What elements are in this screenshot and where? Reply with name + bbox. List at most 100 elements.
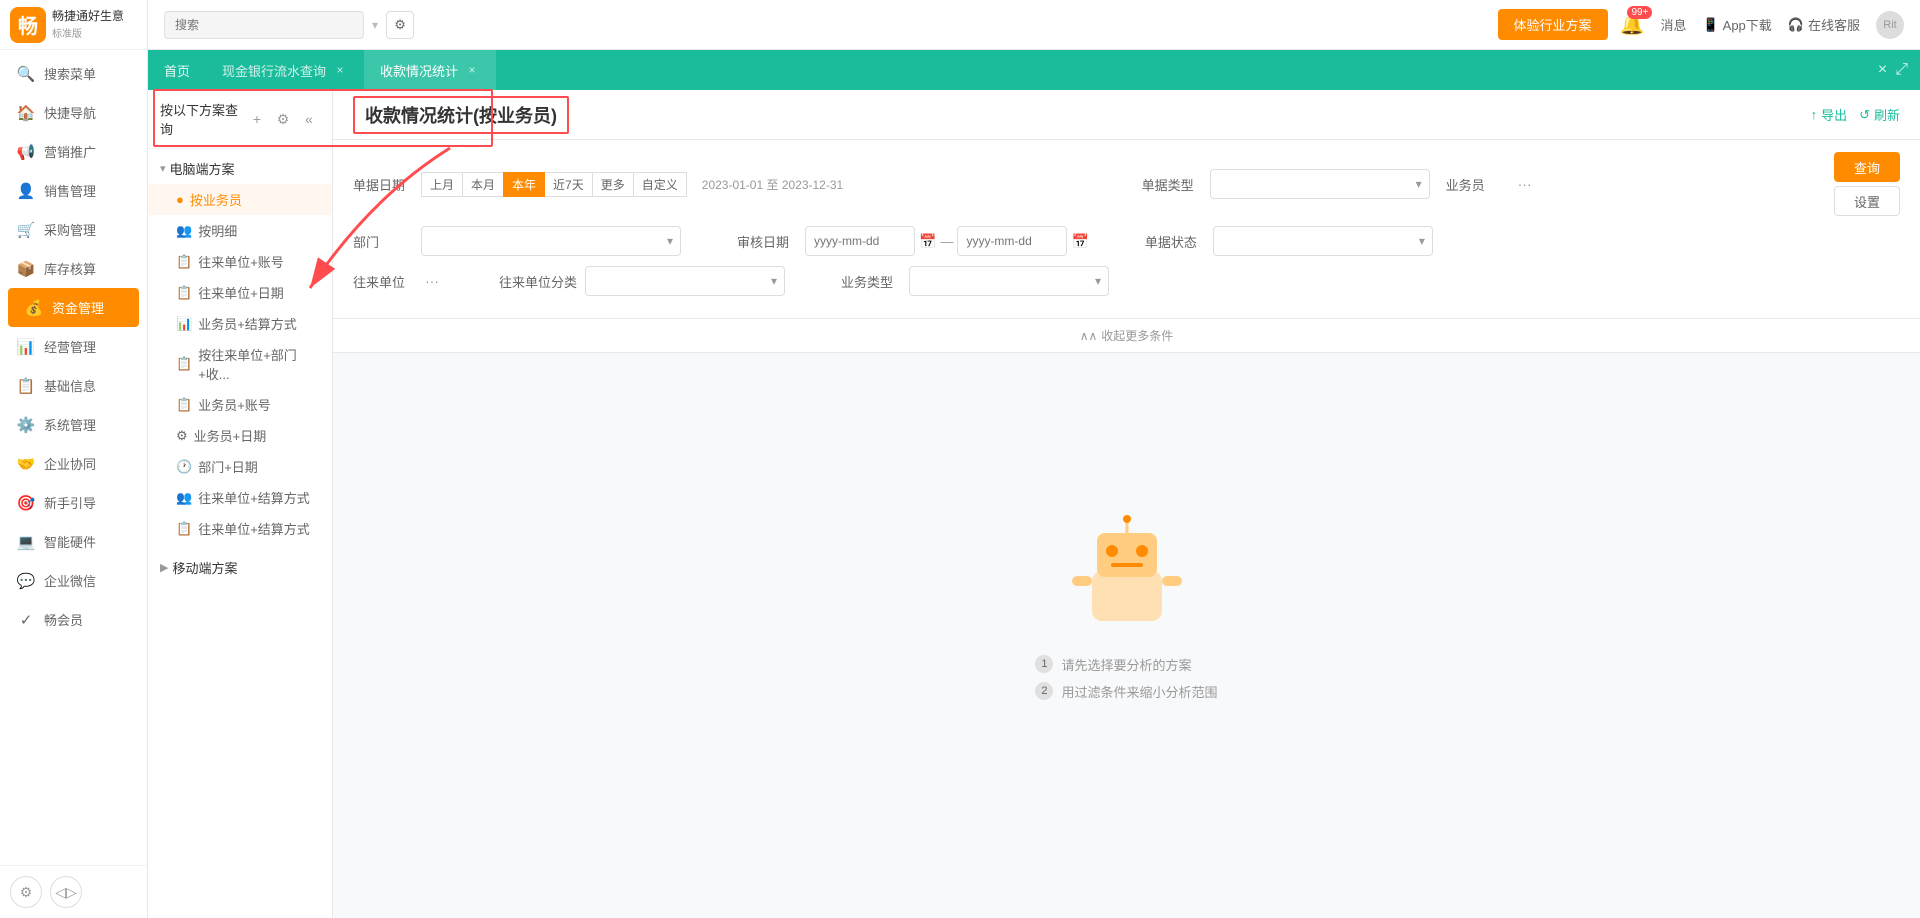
salesman-more-btn[interactable]: ···	[1514, 176, 1536, 192]
trial-btn[interactable]: 体验行业方案	[1498, 9, 1608, 40]
query-btn[interactable]: 查询	[1834, 152, 1900, 182]
sidebar-item-label: 采购管理	[44, 220, 96, 239]
sidebar-item-basic[interactable]: 📋 基础信息	[0, 366, 147, 405]
mobile-section-header[interactable]: ▶ 移动端方案	[148, 552, 332, 583]
tab-bank[interactable]: 现金银行流水查询 ×	[206, 50, 364, 90]
settings-bottom-btn[interactable]: ⚙	[10, 876, 42, 908]
tree-item-dept-date[interactable]: 🕐 部门+日期	[148, 451, 332, 482]
review-date-to[interactable]	[957, 226, 1067, 256]
sidebar-item-wechat[interactable]: 💬 企业微信	[0, 561, 147, 600]
message-btn[interactable]: 🔔 99+	[1620, 12, 1645, 37]
tab-receipt[interactable]: 收款情况统计 ×	[364, 50, 496, 90]
sidebar-item-hardware[interactable]: 💻 智能硬件	[0, 522, 147, 561]
business-type-select[interactable]	[909, 266, 1109, 296]
online-service-btn[interactable]: 🎧 在线客服	[1788, 15, 1860, 34]
date-btn-more[interactable]: 更多	[592, 172, 634, 197]
main-area: ▾ ⚙ 体验行业方案 🔔 99+ 消息 📱 App下载 🎧 在线客服 Rit	[148, 0, 1920, 918]
desktop-section-header[interactable]: ▾ 电脑端方案	[148, 153, 332, 184]
sidebar-item-inventory[interactable]: 📦 库存核算	[0, 249, 147, 288]
app-download-btn[interactable]: 📱 App下载	[1702, 15, 1771, 34]
sidebar-item-marketing[interactable]: 📢 营销推广	[0, 132, 147, 171]
page-title: 收款情况统计(按业务员)	[353, 96, 569, 134]
date-btn-custom[interactable]: 自定义	[633, 172, 687, 197]
doc-status-select[interactable]	[1213, 226, 1433, 256]
tree-item-partner-dept[interactable]: 📋 按往来单位+部门+收...	[148, 339, 332, 389]
guide-icon: 🎯	[16, 494, 36, 512]
topbar: ▾ ⚙ 体验行业方案 🔔 99+ 消息 📱 App下载 🎧 在线客服 Rit	[148, 0, 1920, 50]
business-type-filter-group: 业务类型	[841, 266, 1109, 296]
user-avatar[interactable]: Rit	[1876, 11, 1904, 39]
review-date-from[interactable]	[805, 226, 915, 256]
home-icon: 🏠	[16, 104, 36, 122]
dropdown-arrow-icon[interactable]: ▾	[372, 18, 378, 32]
sidebar-item-label: 企业微信	[44, 571, 96, 590]
tree-item-salesman-settle[interactable]: 📊 业务员+结算方式	[148, 308, 332, 339]
tabbar-right: × ⤢	[1866, 50, 1920, 90]
partner-category-select[interactable]	[585, 266, 785, 296]
export-btn[interactable]: ↑ 导出	[1811, 105, 1848, 124]
sidebar-item-label: 搜索菜单	[44, 64, 96, 83]
sidebar-item-member[interactable]: ✓ 畅会员	[0, 600, 147, 639]
partner-more-btn[interactable]: ···	[421, 273, 443, 289]
collapse-panel-btn[interactable]: «	[298, 108, 320, 130]
settings-filter-btn[interactable]: 设置	[1834, 186, 1900, 216]
collapse-bar[interactable]: ∧∧ 收起更多条件	[333, 319, 1920, 353]
filter-row-3: 往来单位 ··· 往来单位分类 业务类型	[353, 266, 1900, 296]
robot-svg	[1067, 511, 1187, 631]
tree-item-salesman-date[interactable]: ⚙ 业务员+日期	[148, 420, 332, 451]
sidebar-item-system[interactable]: ⚙️ 系统管理	[0, 405, 147, 444]
date-separator: —	[940, 234, 953, 249]
doc-type-select[interactable]	[1210, 169, 1430, 199]
date-buttons: 上月 本月 本年 近7天 更多 自定义	[421, 172, 686, 197]
sidebar-item-label: 销售管理	[44, 181, 96, 200]
scheme-settings-btn[interactable]: ⚙	[272, 108, 294, 130]
sidebar-item-capital[interactable]: 💰 资金管理	[8, 288, 139, 327]
date-btn-7days[interactable]: 近7天	[544, 172, 593, 197]
refresh-btn[interactable]: ↺ 刷新	[1859, 105, 1900, 124]
tree-item-salesman-account[interactable]: 📋 业务员+账号	[148, 389, 332, 420]
maximize-btn[interactable]: ⤢	[1895, 61, 1908, 79]
tree-item-partner-settle1[interactable]: 👥 往来单位+结算方式	[148, 482, 332, 513]
tab-receipt-close[interactable]: ×	[464, 62, 480, 78]
tree-item-by-salesman[interactable]: ● 按业务员	[148, 184, 332, 215]
tab-home[interactable]: 首页	[148, 50, 206, 90]
sidebar-item-purchase[interactable]: 🛒 采购管理	[0, 210, 147, 249]
topbar-gear-btn[interactable]: ⚙	[386, 11, 414, 39]
tree-item-by-detail[interactable]: 👥 按明细	[148, 215, 332, 246]
partner-label: 往来单位	[353, 272, 413, 291]
logo-area: 畅 畅捷通好生意 标准版	[0, 0, 147, 50]
calendar-from-icon[interactable]: 📅	[919, 233, 936, 250]
tab-bank-close[interactable]: ×	[332, 62, 348, 78]
mobile-section-label: 移动端方案	[172, 558, 237, 577]
message-label[interactable]: 消息	[1660, 15, 1686, 34]
date-btn-this-year[interactable]: 本年	[503, 172, 545, 197]
sidebar-item-guide[interactable]: 🎯 新手引导	[0, 483, 147, 522]
sidebar-item-shortcut[interactable]: 🏠 快捷导航	[0, 93, 147, 132]
tree-item-partner-account[interactable]: 📋 往来单位+账号	[148, 246, 332, 277]
close-window-btn[interactable]: ×	[1878, 61, 1887, 79]
wechat-icon: 💬	[16, 572, 36, 590]
partner-category-filter-group: 往来单位分类	[499, 266, 785, 296]
sidebar-nav: 🔍 搜索菜单 🏠 快捷导航 📢 营销推广 👤 销售管理 🛒 采购管理 📦 库存核…	[0, 50, 147, 865]
date-btn-last-month[interactable]: 上月	[421, 172, 463, 197]
marketing-icon: 📢	[16, 143, 36, 161]
page-actions: ↑ 导出 ↺ 刷新	[1811, 105, 1900, 124]
dept-select[interactable]	[421, 226, 681, 256]
date-label: 单据日期	[353, 175, 413, 194]
date-btn-this-month[interactable]: 本月	[462, 172, 504, 197]
sidebar-item-sales[interactable]: 👤 销售管理	[0, 171, 147, 210]
page-wrapper: 收款情况统计(按业务员) ↑ 导出 ↺ 刷新 单据日期	[333, 90, 1920, 918]
date-filter-group: 单据日期 上月 本月 本年 近7天 更多 自定义 2023-01-01 至 20…	[353, 172, 843, 197]
tree-item-partner-date[interactable]: 📋 往来单位+日期	[148, 277, 332, 308]
sidebar-item-operation[interactable]: 📊 经营管理	[0, 327, 147, 366]
member-icon: ✓	[16, 611, 36, 629]
calendar-to-icon[interactable]: 📅	[1071, 233, 1088, 250]
add-scheme-btn[interactable]: +	[246, 108, 268, 130]
sidebar-item-enterprise[interactable]: 🤝 企业协同	[0, 444, 147, 483]
tree-item-partner-settle2[interactable]: 📋 往来单位+结算方式	[148, 513, 332, 544]
search-input[interactable]	[164, 11, 364, 39]
phone-icon: 📱	[1702, 17, 1718, 33]
sidebar-item-search[interactable]: 🔍 搜索菜单	[0, 54, 147, 93]
collapse-sidebar-btn[interactable]: ◁▷	[50, 876, 82, 908]
sidebar-item-label: 新手引导	[44, 493, 96, 512]
